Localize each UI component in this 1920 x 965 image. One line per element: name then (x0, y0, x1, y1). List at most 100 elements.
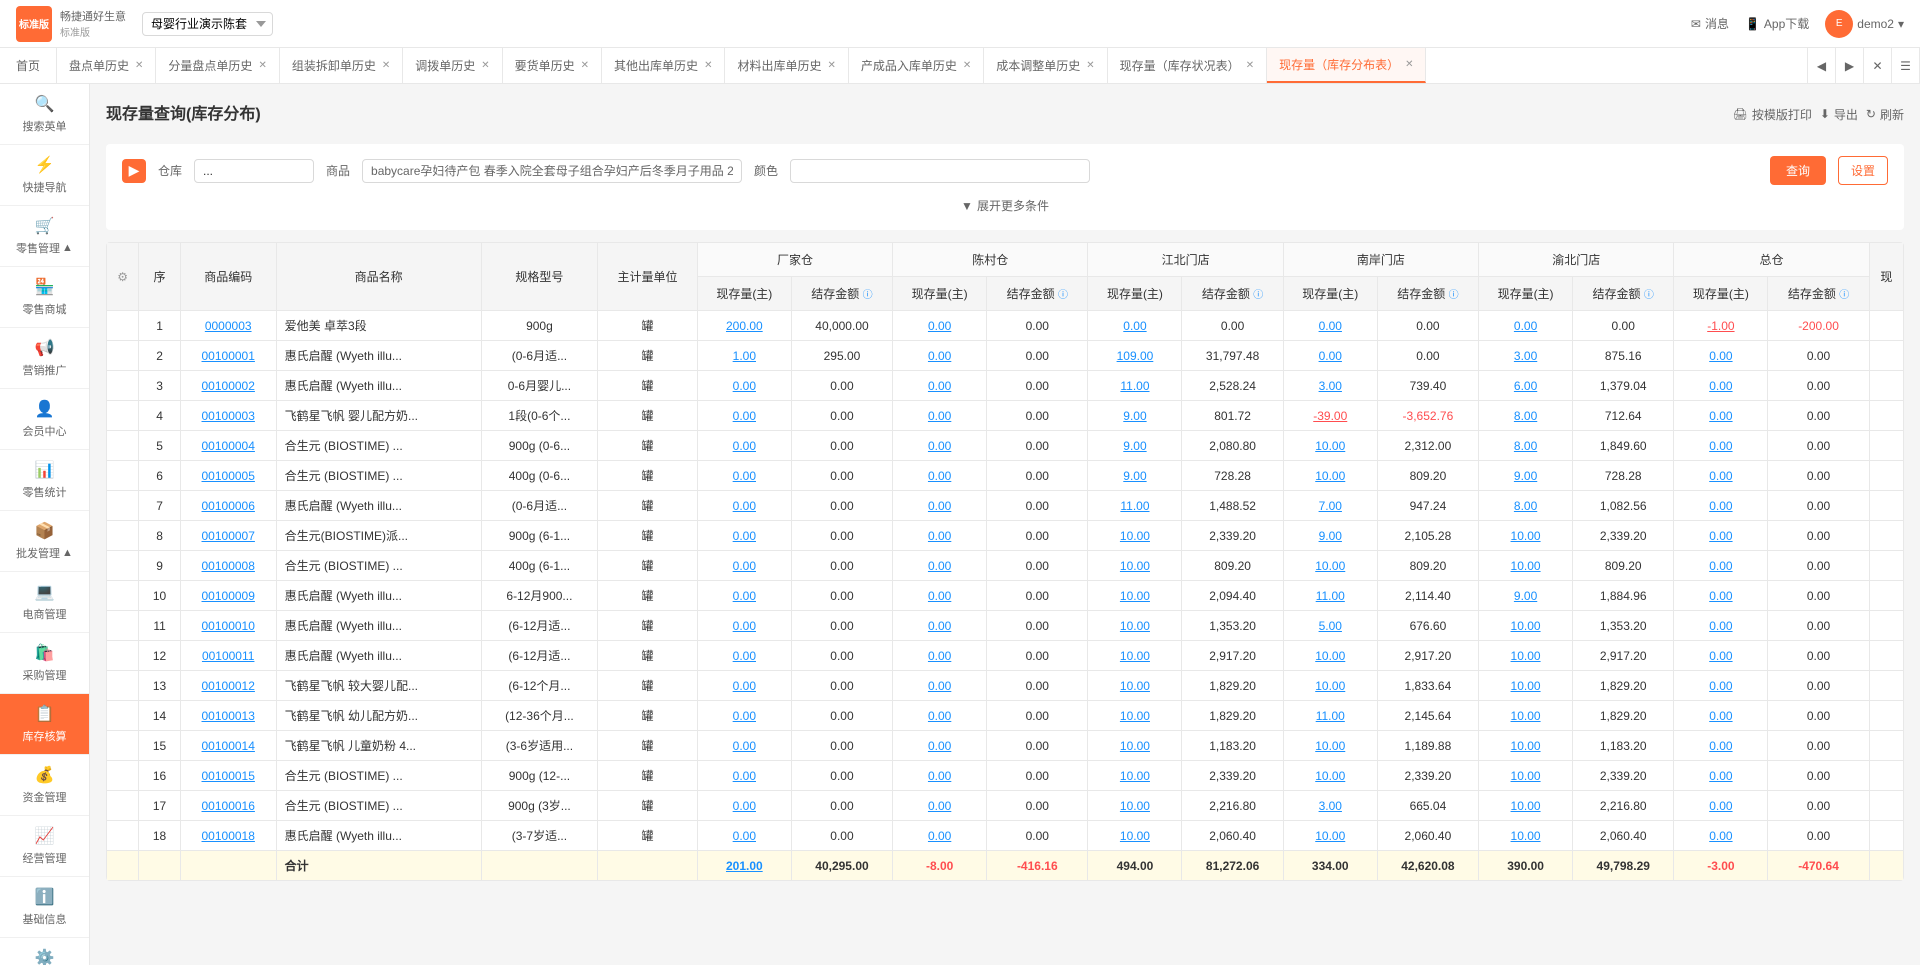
search-icon: 🔍 (35, 94, 55, 114)
col-changjiaCun-amt: 结存金额 ⓘ (791, 277, 892, 311)
tab-pandian[interactable]: 盘点单历史 ✕ (57, 48, 156, 83)
tab-chengben[interactable]: 成本调整单历史 ✕ (984, 48, 1107, 83)
tab-next-btn[interactable]: ▶ (1836, 48, 1864, 83)
settings-button[interactable]: 设置 (1838, 156, 1888, 185)
inventory-icon: 📋 (35, 704, 55, 724)
phone-icon: 📱 (1745, 17, 1760, 31)
table-row: 700100006惠氏启醒 (Wyeth illu...(0-6月适...罐0.… (107, 491, 1904, 521)
query-button[interactable]: 查询 (1770, 156, 1826, 185)
sidebar-item-purchase[interactable]: 🛍️ 采购管理 (0, 633, 89, 694)
chevron-down-icon: ▼ (961, 199, 973, 213)
app-download-btn[interactable]: 📱 App下载 (1745, 15, 1809, 32)
tab-prev-btn[interactable]: ◀ (1808, 48, 1836, 83)
sidebar-item-retail-mall[interactable]: 🏪 零售商城 (0, 267, 89, 328)
col-code: 商品编码 (180, 243, 276, 311)
sidebar-item-member[interactable]: 👤 会员中心 (0, 389, 89, 450)
table-row: 1100100010惠氏启醒 (Wyeth illu...(6-12月适...罐… (107, 611, 1904, 641)
col-unit: 主计量单位 (598, 243, 698, 311)
tab-close-icon[interactable]: ✕ (1246, 60, 1254, 71)
sidebar-item-wholesale[interactable]: 📦 批发管理 ▲ (0, 511, 89, 572)
goods-input[interactable] (362, 159, 742, 183)
tab-qitachu[interactable]: 其他出库单历史 ✕ (602, 48, 725, 83)
tab-kucun-status[interactable]: 现存量（库存状况表）✕ (1108, 48, 1267, 83)
col-group-changjiaCun: 厂家仓 (697, 243, 892, 277)
sidebar-item-inventory[interactable]: 📋 库存核算 (0, 694, 89, 755)
tab-close-icon[interactable]: ✕ (963, 60, 971, 71)
tab-fenliang[interactable]: 分量盘点单历史 ✕ (156, 48, 279, 83)
user-menu[interactable]: E demo2 ▾ (1825, 10, 1904, 38)
refresh-btn[interactable]: ↻ 刷新 (1866, 106, 1904, 123)
tab-close-icon[interactable]: ✕ (382, 60, 390, 71)
sidebar-item-marketing[interactable]: 📢 营销推广 (0, 328, 89, 389)
tab-diaob[interactable]: 调拨单历史 ✕ (403, 48, 502, 83)
sidebar-item-search[interactable]: 🔍 搜索英单 (0, 84, 89, 145)
inventory-table: ⚙ 序 商品编码 商品名称 规格型号 主计量单位 厂家仓 陈村仓 江北门店 南岸… (106, 242, 1904, 881)
member-icon: 👤 (35, 399, 55, 419)
tab-zuzhang[interactable]: 组装拆卸单历史 ✕ (280, 48, 403, 83)
tab-close-icon[interactable]: ✕ (704, 60, 712, 71)
action-bar: 🖨 按模版打印 ⬇ 导出 ↻ 刷新 (1733, 106, 1904, 123)
expand-icon: ▲ (62, 547, 73, 559)
tab-kucun-dist[interactable]: 现存量（库存分布表）✕ (1267, 48, 1426, 83)
sidebar-item-basic-info[interactable]: ℹ️ 基础信息 (0, 877, 89, 938)
page-title: 现存量查询(库存分布) (106, 100, 261, 124)
col-group-chencun: 陈村仓 (893, 243, 1088, 277)
tab-close-all-btn[interactable]: ✕ (1864, 48, 1892, 83)
export-icon: ⬇ (1820, 107, 1830, 121)
table-row: 200100001惠氏启醒 (Wyeth illu...(0-6月适...罐1.… (107, 341, 1904, 371)
avatar: E (1825, 10, 1853, 38)
tab-close-icon[interactable]: ✕ (258, 60, 266, 71)
tab-close-icon[interactable]: ✕ (1086, 60, 1094, 71)
tab-close-icon[interactable]: ✕ (481, 60, 489, 71)
tab-close-icon[interactable]: ✕ (581, 60, 589, 71)
tab-chengpin[interactable]: 产成品入库单历史 ✕ (849, 48, 984, 83)
col-changjiaCun-qty: 现存量(主) (697, 277, 791, 311)
col-zongcang-qty: 现存量(主) (1674, 277, 1768, 311)
color-input[interactable] (790, 159, 1090, 183)
tab-yaohuo[interactable]: 要货单历史 ✕ (503, 48, 602, 83)
sidebar-item-retail-mgmt[interactable]: 🛒 零售管理 ▲ (0, 206, 89, 267)
sidebar-item-system[interactable]: ⚙️ 系统管理 (0, 938, 89, 965)
table-row: 1600100015合生元 (BIOSTIME) ...900g (12-...… (107, 761, 1904, 791)
table-row: 600100005合生元 (BIOSTIME) ...400g (0-6...罐… (107, 461, 1904, 491)
col-group-yubei: 渝北门店 (1479, 243, 1674, 277)
sidebar-item-quick-nav[interactable]: ⚡ 快捷导航 (0, 145, 89, 206)
sidebar-item-finance[interactable]: 💰 资金管理 (0, 755, 89, 816)
suite-selector[interactable]: 母婴行业演示陈套 (142, 12, 273, 36)
col-settings-icon[interactable]: ⚙ (107, 243, 139, 311)
expand-more-btn[interactable]: ▼ 展开更多条件 (953, 193, 1057, 218)
col-nanan-amt: 结存金额 ⓘ (1377, 277, 1478, 311)
col-yubei-amt: 结存金额 ⓘ (1573, 277, 1674, 311)
flash-icon: ⚡ (35, 155, 55, 175)
table-row: 400100003飞鹤星飞帆 婴儿配方奶...1段(0-6个...罐0.000.… (107, 401, 1904, 431)
summary-row: 合计201.0040,295.00-8.00-416.16494.0081,27… (107, 851, 1904, 881)
table-container: ⚙ 序 商品编码 商品名称 规格型号 主计量单位 厂家仓 陈村仓 江北门店 南岸… (106, 242, 1904, 881)
table-row: 1200100011惠氏启醒 (Wyeth illu...(6-12月适...罐… (107, 641, 1904, 671)
col-chencun-qty: 现存量(主) (893, 277, 987, 311)
col-nanan-qty: 现存量(主) (1283, 277, 1377, 311)
col-jiangbei-amt: 结存金额 ⓘ (1182, 277, 1283, 311)
tab-close-icon[interactable]: ✕ (1405, 59, 1413, 70)
table-row: 1700100016合生元 (BIOSTIME) ...900g (3岁...罐… (107, 791, 1904, 821)
table-row: 1400100013飞鹤星飞帆 幼儿配方奶...(12-36个月...罐0.00… (107, 701, 1904, 731)
print-btn[interactable]: 🖨 按模版打印 (1733, 106, 1812, 123)
warehouse-input[interactable] (194, 159, 314, 183)
table-row: 1800100018惠氏启醒 (Wyeth illu...(3-7岁适...罐0… (107, 821, 1904, 851)
col-chencun-amt: 结存金额 ⓘ (987, 277, 1088, 311)
table-row: 800100007合生元(BIOSTIME)派...900g (6-1...罐0… (107, 521, 1904, 551)
tab-close-icon[interactable]: ✕ (827, 60, 835, 71)
export-btn[interactable]: ⬇ 导出 (1820, 106, 1858, 123)
tab-cailiao[interactable]: 材料出库单历史 ✕ (725, 48, 848, 83)
message-btn[interactable]: ✉ 消息 (1691, 15, 1729, 32)
table-row: 1500100014飞鹤星飞帆 儿童奶粉 4...(3-6岁适用...罐0.00… (107, 731, 1904, 761)
tab-bar: 首页 盘点单历史 ✕ 分量盘点单历史 ✕ 组装拆卸单历史 ✕ 调拨单历史 ✕ 要… (0, 48, 1920, 84)
sidebar-item-operations[interactable]: 📈 经营管理 (0, 816, 89, 877)
tab-home[interactable]: 首页 (0, 48, 57, 83)
sidebar-item-retail-stats[interactable]: 📊 零售统计 (0, 450, 89, 511)
tab-close-icon[interactable]: ✕ (135, 60, 143, 71)
logo-area: 标准版 畅捷通好生意 标准版 母婴行业演示陈套 (16, 6, 273, 42)
filter-expand-btn[interactable]: ▶ (122, 159, 146, 183)
col-name: 商品名称 (276, 243, 481, 311)
tab-menu-btn[interactable]: ☰ (1892, 48, 1920, 83)
sidebar-item-ecommerce[interactable]: 💻 电商管理 (0, 572, 89, 633)
